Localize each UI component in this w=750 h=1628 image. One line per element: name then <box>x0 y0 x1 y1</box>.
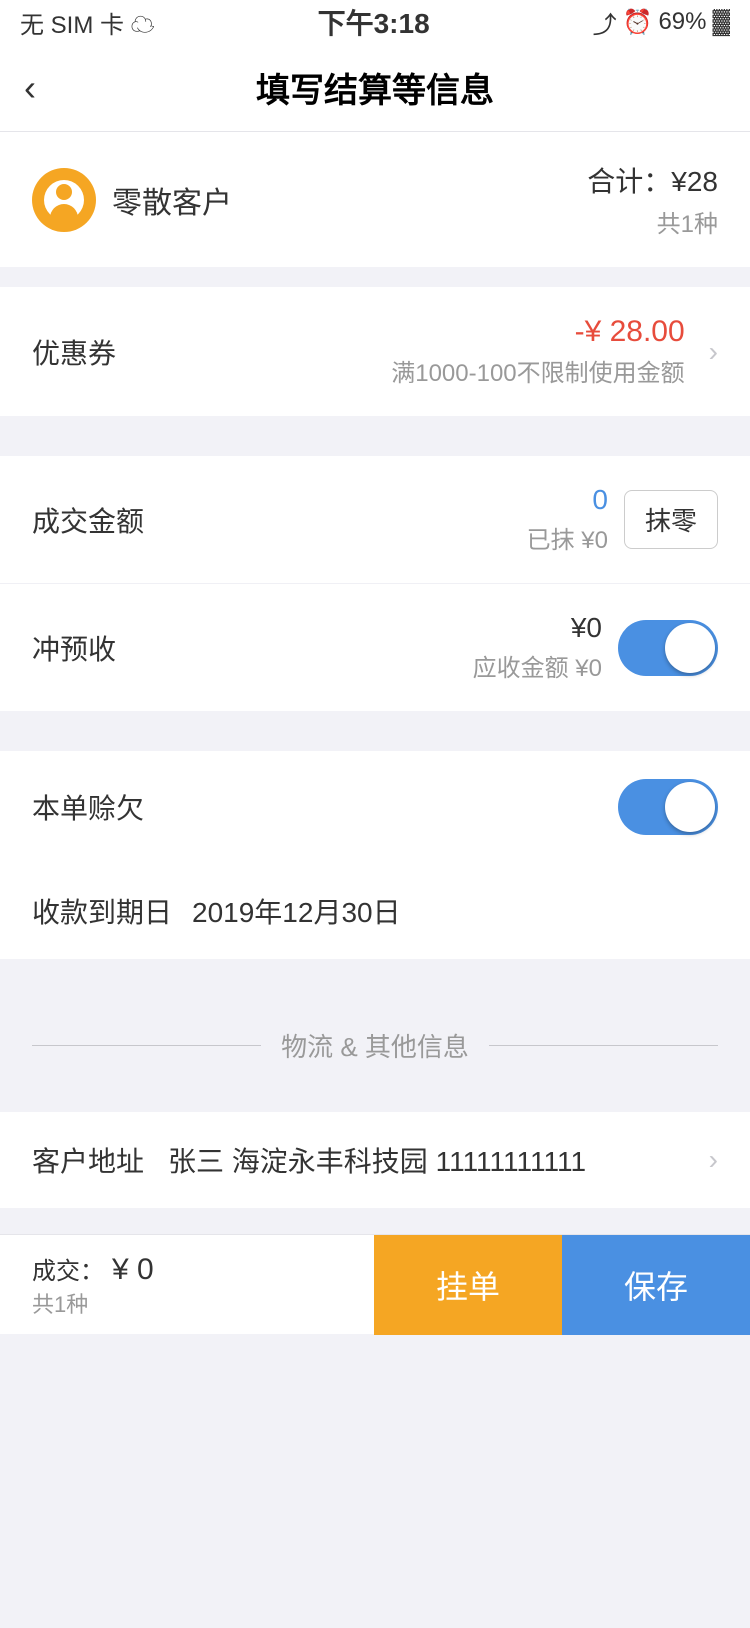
coupon-row[interactable]: 优惠券 -¥ 28.00 满1000-100不限制使用金额 › <box>0 287 750 416</box>
coupon-right: -¥ 28.00 满1000-100不限制使用金额 › <box>391 315 718 388</box>
battery-icon: ▓ <box>713 8 731 36</box>
transaction-value: 0 <box>527 484 608 516</box>
address-section[interactable]: 客户地址 张三 海淀永丰科技园 11111111111 › <box>0 1112 750 1208</box>
customer-section: 零散客户 合计：¥28 共1种 <box>0 132 750 267</box>
prepay-row: 冲预收 ¥0 应收金额 ¥0 <box>0 583 750 711</box>
transaction-right: 0 已抹 ¥0 抹零 <box>527 484 718 555</box>
nav-bar: ‹ 填写结算等信息 <box>0 44 750 132</box>
status-time: 下午3:18 <box>318 2 430 42</box>
location-icon: ⤴ <box>593 5 617 40</box>
coupon-chevron: › <box>709 336 718 368</box>
prepay-label: 冲预收 <box>32 628 116 668</box>
credit-label: 本单赊欠 <box>32 787 144 827</box>
coupon-sub: 满1000-100不限制使用金额 <box>391 353 684 388</box>
back-button[interactable]: ‹ <box>24 67 36 109</box>
page-title: 填写结算等信息 <box>256 63 494 112</box>
round-zero-button[interactable]: 抹零 <box>624 490 718 549</box>
status-right: ⤴ ⏰ 69% ▓ <box>593 5 730 40</box>
bottom-info: 成交： ¥ 0 共1种 <box>0 1251 374 1319</box>
coupon-section[interactable]: 优惠券 -¥ 28.00 满1000-100不限制使用金额 › <box>0 287 750 416</box>
due-date-row: 收款到期日 2019年12月30日 <box>0 863 750 959</box>
address-row[interactable]: 客户地址 张三 海淀永丰科技园 11111111111 › <box>0 1112 750 1208</box>
status-bar: 无 SIM 卡 ☁ 下午3:18 ⤴ ⏰ 69% ▓ <box>0 0 750 44</box>
coupon-value: -¥ 28.00 <box>391 315 684 349</box>
hang-button[interactable]: 挂单 <box>374 1235 562 1335</box>
save-button[interactable]: 保存 <box>562 1235 750 1335</box>
avatar <box>32 168 96 232</box>
transaction-sub: 已抹 ¥0 <box>527 520 608 555</box>
divider-2 <box>0 731 750 751</box>
prepay-amount-block: ¥0 应收金额 ¥0 <box>473 612 602 683</box>
total-count: 共1种 <box>587 204 718 239</box>
divider-3 <box>0 979 750 999</box>
customer-left: 零散客户 <box>32 168 232 232</box>
transaction-row: 成交金额 0 已抹 ¥0 抹零 <box>0 456 750 583</box>
credit-right <box>618 779 718 835</box>
battery-level: 69% <box>658 8 706 36</box>
total-amount: 合计：¥28 <box>587 160 718 200</box>
logistics-label: 物流 & 其他信息 <box>281 1027 469 1064</box>
main-content: 零散客户 合计：¥28 共1种 优惠券 -¥ 28.00 满1000-100不限… <box>0 132 750 1628</box>
due-date-value: 2019年12月30日 <box>192 891 401 931</box>
address-label: 客户地址 <box>32 1140 144 1180</box>
coupon-label: 优惠券 <box>32 332 116 372</box>
transaction-amount-block: 0 已抹 ¥0 <box>527 484 608 555</box>
divider-4 <box>0 1092 750 1112</box>
prepay-value: ¥0 <box>473 612 602 644</box>
divider-line-left <box>32 1045 261 1046</box>
divider-line-right <box>489 1045 718 1046</box>
customer-right: 合计：¥28 共1种 <box>587 160 718 239</box>
customer-name: 零散客户 <box>112 178 232 222</box>
address-chevron: › <box>709 1144 718 1176</box>
transaction-label: 成交金额 <box>32 500 144 540</box>
prepay-right: ¥0 应收金额 ¥0 <box>473 612 718 683</box>
address-value: 张三 海淀永丰科技园 11111111111 <box>168 1140 701 1180</box>
transaction-section: 成交金额 0 已抹 ¥0 抹零 冲预收 ¥0 应收金额 ¥0 <box>0 456 750 711</box>
sim-status: 无 SIM 卡 ☁ <box>20 5 155 40</box>
status-left: 无 SIM 卡 ☁ <box>20 5 155 40</box>
due-date-label: 收款到期日 <box>32 891 172 931</box>
prepay-sub: 应收金额 ¥0 <box>473 648 602 683</box>
credit-toggle[interactable] <box>618 779 718 835</box>
credit-row: 本单赊欠 <box>0 751 750 863</box>
customer-row: 零散客户 合计：¥28 共1种 <box>0 132 750 267</box>
deal-count: 共1种 <box>32 1287 342 1319</box>
divider-1 <box>0 436 750 456</box>
deal-label: 成交： <box>32 1251 104 1286</box>
prepay-toggle[interactable] <box>618 620 718 676</box>
coupon-amount-block: -¥ 28.00 满1000-100不限制使用金额 <box>391 315 684 388</box>
credit-section: 本单赊欠 收款到期日 2019年12月30日 <box>0 751 750 959</box>
logistics-divider: 物流 & 其他信息 <box>0 999 750 1092</box>
avatar-icon <box>44 180 84 220</box>
deal-amount: ¥ 0 <box>112 1253 154 1287</box>
bottom-bar: 成交： ¥ 0 共1种 挂单 保存 <box>0 1234 750 1334</box>
alarm-icon: ⏰ <box>623 8 653 37</box>
